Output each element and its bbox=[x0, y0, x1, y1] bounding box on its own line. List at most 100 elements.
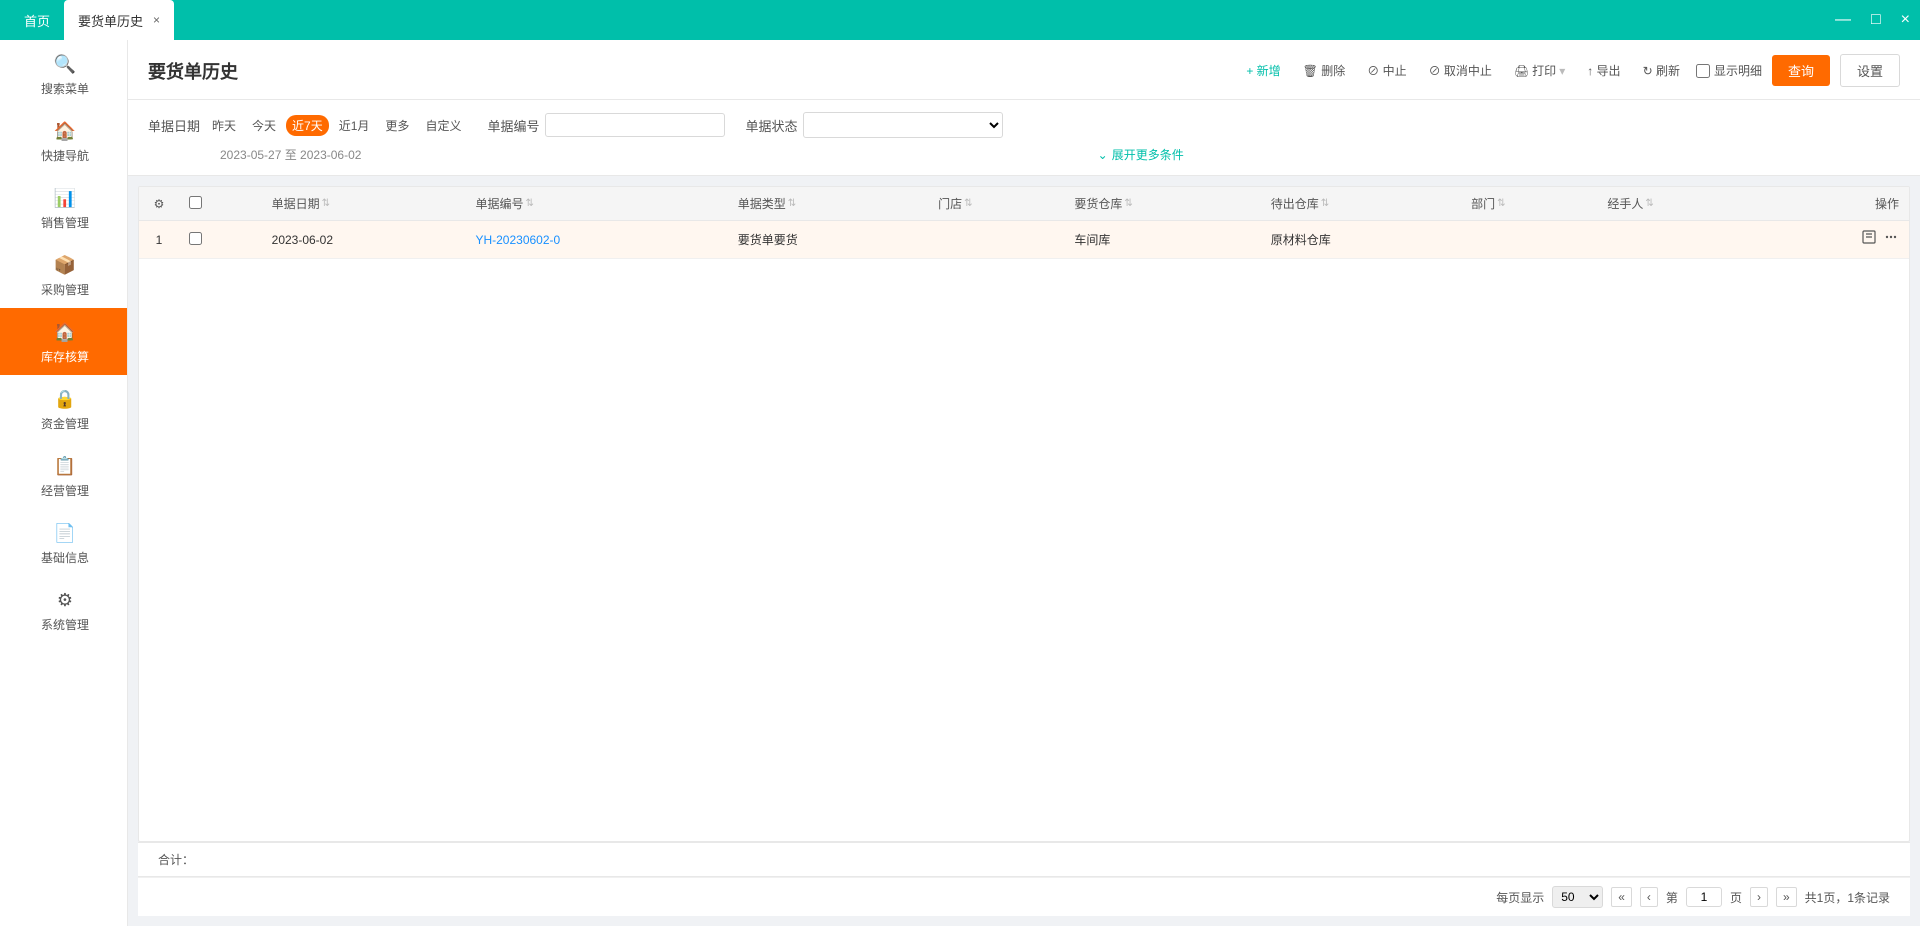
sidebar-item-search-menu[interactable]: 🔍 搜索菜单 bbox=[0, 40, 127, 107]
delete-button[interactable]: 🗑 删除 bbox=[1297, 58, 1352, 83]
cell-pending-warehouse: 原材料仓库 bbox=[1261, 221, 1461, 259]
filter-row-1: 单据日期 昨天 今天 近7天 近1月 更多 自定义 单据编号 bbox=[148, 112, 1900, 138]
print-icon: 🖨 bbox=[1514, 64, 1529, 78]
date-range-display: 2023-05-27 至 2023-06-02 bbox=[220, 146, 361, 163]
sort-pending-warehouse-icon: ⇅ bbox=[1321, 198, 1329, 209]
page-unit: 页 bbox=[1730, 889, 1742, 906]
sidebar-item-purchase-mgmt[interactable]: 📦 采购管理 bbox=[0, 241, 127, 308]
new-button[interactable]: + 新增 bbox=[1240, 58, 1286, 83]
cell-ops bbox=[1764, 221, 1909, 259]
sort-pending-warehouse[interactable]: 待出仓库 ⇅ bbox=[1271, 195, 1329, 212]
print-dropdown-icon[interactable]: ▾ bbox=[1559, 64, 1565, 78]
shortcut-yesterday[interactable]: 昨天 bbox=[206, 115, 242, 136]
first-page-btn[interactable]: « bbox=[1611, 887, 1632, 907]
sidebar-item-label: 采购管理 bbox=[41, 281, 89, 298]
sidebar-item-quick-nav[interactable]: 🏠 快捷导航 bbox=[0, 107, 127, 174]
current-page-input[interactable] bbox=[1686, 887, 1722, 907]
doc-number-link[interactable]: YH-20230602-0 bbox=[475, 233, 560, 247]
shortcut-custom[interactable]: 自定义 bbox=[419, 115, 467, 136]
sort-req-warehouse[interactable]: 要货仓库 ⇅ bbox=[1074, 195, 1132, 212]
query-button[interactable]: 查询 bbox=[1772, 55, 1830, 86]
sort-dept-icon: ⇅ bbox=[1497, 198, 1505, 209]
pagination: 每页显示 10 20 50 100 « ‹ 第 页 › » 共1页，1条记录 bbox=[138, 877, 1910, 916]
sort-doctype-icon: ⇅ bbox=[788, 198, 796, 209]
next-page-btn[interactable]: › bbox=[1750, 887, 1768, 907]
minimize-btn[interactable]: — bbox=[1835, 11, 1851, 29]
show-detail-label-text: 显示明细 bbox=[1714, 62, 1762, 79]
sort-store[interactable]: 门店 ⇅ bbox=[938, 195, 972, 212]
row-edit-btn[interactable] bbox=[1861, 229, 1877, 250]
doc-number-input[interactable] bbox=[545, 113, 725, 137]
maximize-btn[interactable]: □ bbox=[1871, 11, 1881, 29]
shortcut-7days[interactable]: 近7天 bbox=[286, 115, 329, 136]
page-header: 要货单历史 + 新增 🗑 删除 ⊘ 中止 ⊘ 取消中止 🖨 🖨 打印 打印 ▾ … bbox=[128, 40, 1920, 100]
last-page-btn[interactable]: » bbox=[1776, 887, 1797, 907]
prev-page-btn[interactable]: ‹ bbox=[1640, 887, 1658, 907]
settings-icon[interactable]: ⚙ bbox=[154, 197, 165, 211]
sidebar-item-label: 资金管理 bbox=[41, 415, 89, 432]
table-area: ⚙ 单据日期 ⇅ 单据编号 bbox=[138, 186, 1910, 842]
sort-date[interactable]: 单据日期 ⇅ bbox=[272, 195, 330, 212]
sidebar-item-operations-mgmt[interactable]: 📋 经营管理 bbox=[0, 442, 127, 509]
tab-home[interactable]: 首页 bbox=[10, 0, 64, 40]
sort-docno[interactable]: 单据编号 ⇅ bbox=[475, 195, 533, 212]
cancel-stop-button[interactable]: ⊘ 取消中止 bbox=[1423, 58, 1498, 83]
select-all-checkbox[interactable] bbox=[189, 196, 202, 209]
row-more-btn[interactable] bbox=[1883, 229, 1899, 250]
cell-doctype: 要货单要货 bbox=[728, 221, 928, 259]
cell-date: 2023-06-02 bbox=[262, 221, 466, 259]
show-detail-checkbox[interactable] bbox=[1696, 64, 1710, 78]
page-size-label: 每页显示 bbox=[1496, 889, 1544, 906]
finance-mgmt-icon: 🔒 bbox=[54, 389, 76, 410]
sort-doctype[interactable]: 单据类型 ⇅ bbox=[738, 195, 796, 212]
sidebar-item-sales-mgmt[interactable]: 📊 销售管理 bbox=[0, 174, 127, 241]
refresh-button[interactable]: ↻ 刷新 bbox=[1637, 58, 1686, 83]
col-ops: 操作 bbox=[1764, 187, 1909, 221]
row-operations bbox=[1774, 229, 1899, 250]
status-select[interactable] bbox=[803, 112, 1003, 138]
settings-button[interactable]: 设置 bbox=[1840, 54, 1900, 87]
col-doctype: 单据类型 ⇅ bbox=[728, 187, 928, 221]
content-area: 要货单历史 + 新增 🗑 删除 ⊘ 中止 ⊘ 取消中止 🖨 🖨 打印 打印 ▾ … bbox=[128, 40, 1920, 926]
date-shortcuts: 昨天 今天 近7天 近1月 更多 自定义 bbox=[206, 115, 467, 136]
sidebar-item-basic-info[interactable]: 📄 基础信息 bbox=[0, 509, 127, 576]
shortcut-1month[interactable]: 近1月 bbox=[333, 115, 376, 136]
close-btn[interactable]: × bbox=[1901, 11, 1910, 29]
sidebar-item-label: 搜索菜单 bbox=[41, 80, 89, 97]
sidebar-item-system-mgmt[interactable]: ⚙ 系统管理 bbox=[0, 576, 127, 643]
sort-handler[interactable]: 经手人 ⇅ bbox=[1607, 195, 1653, 212]
print-button[interactable]: 🖨 🖨 打印 打印 ▾ bbox=[1508, 58, 1571, 83]
status-label: 单据状态 bbox=[745, 116, 797, 135]
tab-active[interactable]: 要货单历史 × bbox=[64, 0, 174, 40]
filter-row-date-range: 2023-05-27 至 2023-06-02 ⌄ 展开更多条件 bbox=[148, 146, 1900, 163]
doc-number-filter: 单据编号 bbox=[487, 113, 725, 137]
sidebar-item-inventory[interactable]: 🏠 库存核算 bbox=[0, 308, 127, 375]
window-controls: — □ × bbox=[1835, 11, 1910, 29]
sidebar-item-label: 快捷导航 bbox=[41, 147, 89, 164]
sort-dept[interactable]: 部门 ⇅ bbox=[1471, 195, 1505, 212]
page-size-select[interactable]: 10 20 50 100 bbox=[1552, 886, 1603, 908]
col-store: 门店 ⇅ bbox=[928, 187, 1064, 221]
expand-more-label: 展开更多条件 bbox=[1112, 146, 1184, 163]
row-checkbox[interactable] bbox=[189, 232, 202, 245]
cell-store bbox=[928, 221, 1064, 259]
col-settings[interactable]: ⚙ bbox=[139, 187, 179, 221]
sort-handler-icon: ⇅ bbox=[1645, 198, 1653, 209]
tab-active-label: 要货单历史 bbox=[78, 11, 143, 30]
tab-close-icon[interactable]: × bbox=[153, 13, 160, 27]
cell-checkbox bbox=[179, 221, 262, 259]
shortcut-today[interactable]: 今天 bbox=[246, 115, 282, 136]
inventory-icon: 🏠 bbox=[54, 322, 76, 343]
doc-number-label: 单据编号 bbox=[487, 116, 539, 135]
expand-more-btn[interactable]: ⌄ 展开更多条件 bbox=[1098, 146, 1184, 163]
stop-button[interactable]: ⊘ 中止 bbox=[1361, 58, 1412, 83]
purchase-mgmt-icon: 📦 bbox=[54, 255, 76, 276]
table-row: 1 2023-06-02 YH-20230602-0 要货单要货 车间库 原材料… bbox=[139, 221, 1909, 259]
col-dept: 部门 ⇅ bbox=[1461, 187, 1597, 221]
sidebar-item-finance-mgmt[interactable]: 🔒 资金管理 bbox=[0, 375, 127, 442]
data-table: ⚙ 单据日期 ⇅ 单据编号 bbox=[139, 187, 1909, 259]
col-handler: 经手人 ⇅ bbox=[1597, 187, 1763, 221]
tab-home-label: 首页 bbox=[24, 11, 50, 30]
shortcut-more[interactable]: 更多 bbox=[379, 115, 415, 136]
export-button[interactable]: ↑ 导出 bbox=[1581, 58, 1626, 83]
